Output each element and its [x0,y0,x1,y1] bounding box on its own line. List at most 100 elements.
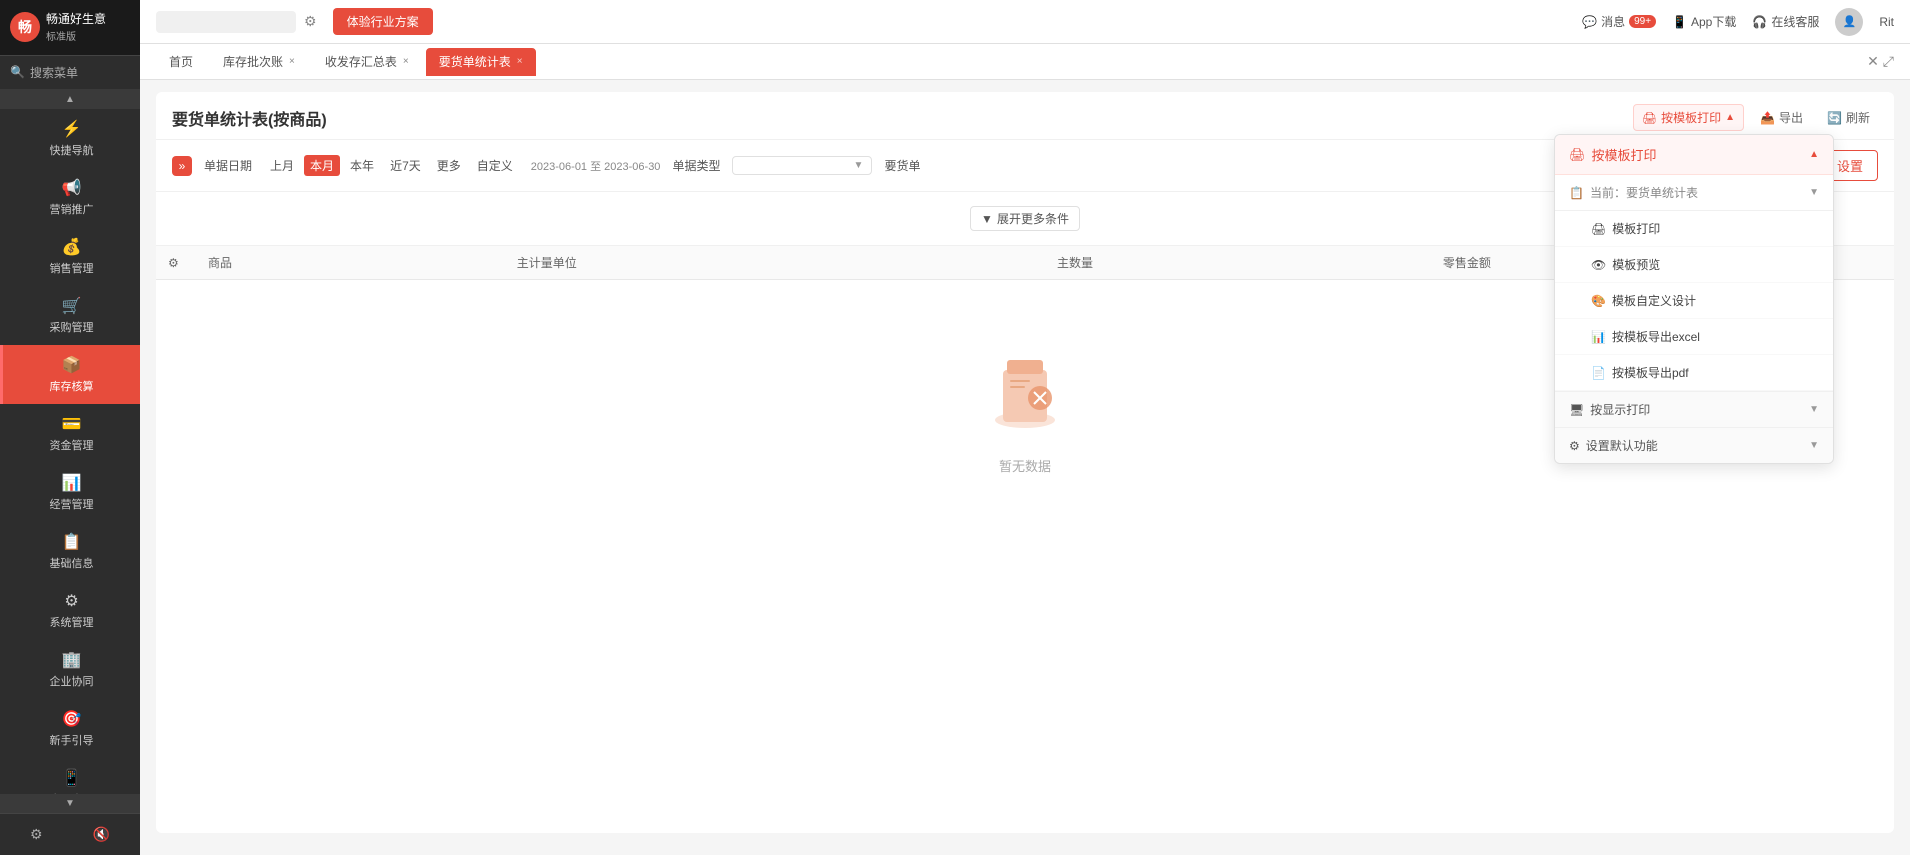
dropdown-item-template-custom[interactable]: 🎨 模板自定义设计 [1555,283,1833,319]
service-icon: 🎧 [1752,15,1767,29]
refresh-icon: 🔄 [1827,111,1842,125]
tab-order-stats[interactable]: 要货单统计表 × [426,48,536,76]
app-download-btn[interactable]: 📱 App下载 [1672,13,1736,30]
tab-close-inventory-batch[interactable]: × [289,56,295,67]
printer-dropdown-icon: 🖨 [1569,147,1586,163]
sidebar-item-system[interactable]: ⚙ 系统管理 [0,581,140,640]
tabbar-resize-icon[interactable]: ⤢ [1883,53,1894,70]
sidebar-item-enterprise[interactable]: 🏢 企业协同 [0,640,140,699]
date-more[interactable]: 更多 [431,155,467,176]
sidebar-item-apps[interactable]: 📱 应用中心 [0,758,140,794]
sidebar-search[interactable]: 🔍 搜索菜单 [0,56,140,90]
tab-home[interactable]: 首页 [156,48,206,76]
template-print-btn[interactable]: 🖨 按模板打印 ▲ [1633,104,1744,131]
set-default-chevron: ▼ [1809,440,1819,451]
purchase-icon: 🛒 [62,296,82,316]
page-title: 要货单统计表(按商品) [172,106,327,130]
template-custom-icon: 🎨 [1591,294,1606,308]
dropdown-header[interactable]: 🖨 按模板打印 ▲ [1555,135,1833,175]
messages-btn[interactable]: 💬 消息 99+ [1582,13,1656,30]
messages-badge: 99+ [1629,15,1656,28]
online-service-btn[interactable]: 🎧 在线客服 [1752,13,1819,30]
export-btn[interactable]: 📤 导出 [1752,105,1811,130]
date-prev-month[interactable]: 上月 [264,155,300,176]
app-logo-icon: 畅 [10,12,40,42]
col-settings[interactable]: ⚙ [156,246,196,280]
tabbar-close-icon[interactable]: ✕ [1867,53,1879,70]
date-filter-label: 单据日期 [204,157,252,174]
sidebar-item-purchase[interactable]: 🛒 采购管理 [0,286,140,345]
dropdown-set-default[interactable]: ⚙ 设置默认功能 ▼ [1555,427,1833,463]
date-filter: 上月 本月 本年 近7天 更多 自定义 [264,155,519,176]
template-print-dropdown: 🖨 按模板打印 ▲ 📋 当前：要货单统计表 ▼ [1554,134,1834,464]
sidebar-item-base[interactable]: 📋 基础信息 [0,522,140,581]
tab-receivable-summary[interactable]: 收发存汇总表 × [312,48,422,76]
sidebar-item-marketing[interactable]: 📢 营销推广 [0,168,140,227]
base-icon: 📋 [62,532,82,552]
dropdown-item-template-preview[interactable]: 👁 模板预览 [1555,247,1833,283]
filter-expand-btn[interactable]: » [172,156,192,176]
tab-close-order-stats[interactable]: × [517,56,523,67]
dropdown-chevron-icon: ▲ [1809,149,1819,160]
sidebar-sound-btn[interactable]: 🔇 [89,822,114,847]
search-icon: 🔍 [10,65,25,79]
dropdown-item-template-print[interactable]: 🖨 模板打印 [1555,211,1833,247]
sidebar-scroll-up[interactable]: ▲ [0,90,140,109]
empty-icon [975,340,1075,440]
export-icon: 📤 [1760,111,1775,125]
page-actions: 🖨 按模板打印 ▲ 📤 导出 🔄 刷新 [1633,104,1878,131]
dropdown-current-template[interactable]: 📋 当前：要货单统计表 ▼ [1555,175,1833,211]
tab-close-receivable-summary[interactable]: × [403,56,409,67]
expand-more-btn[interactable]: ▼ 展开更多条件 [970,206,1080,231]
sidebar-item-operation[interactable]: 📊 经营管理 [0,463,140,522]
tabbar: 首页 库存批次账 × 收发存汇总表 × 要货单统计表 × ✕ ⤢ [140,44,1910,80]
template-preview-icon: 👁 [1591,258,1606,272]
date-current-year[interactable]: 本年 [344,155,380,176]
order-type-label: 单据类型 [672,157,720,174]
date-custom[interactable]: 自定义 [471,155,519,176]
date-range: 2023-06-01 至 2023-06-30 [531,158,661,174]
current-template-chevron: ▼ [1809,187,1819,198]
date-recent-7[interactable]: 近7天 [384,155,427,176]
topbar: ⚙ 体验行业方案 💬 消息 99+ 📱 App下载 🎧 在线客服 👤 Rit [140,0,1910,44]
tab-inventory-batch[interactable]: 库存批次账 × [210,48,308,76]
trial-btn[interactable]: 体验行业方案 [333,8,433,35]
sidebar-settings-btn[interactable]: ⚙ [26,822,47,847]
order-type-chevron: ▼ [854,160,864,171]
sidebar-item-sales[interactable]: 💰 销售管理 [0,227,140,286]
col-product: 商品 [196,246,505,280]
topbar-gear-icon[interactable]: ⚙ [304,13,317,30]
order-type-select[interactable]: ▼ [732,156,872,175]
refresh-btn[interactable]: 🔄 刷新 [1819,105,1878,130]
app-download-icon: 📱 [1672,15,1687,29]
inventory-icon: 📦 [62,355,82,375]
empty-label: 暂无数据 [999,456,1051,475]
chevron-down-expand: ▼ [981,212,993,226]
sidebar-logo: 畅 畅通好生意 标准版 [0,0,140,56]
sales-icon: 💰 [62,237,82,257]
page-card: 要货单统计表(按商品) 🖨 按模板打印 ▲ 📤 导出 🔄 刷新 [156,92,1894,833]
sidebar-item-newbie[interactable]: 🎯 新手引导 [0,699,140,758]
template-print-item-icon: 🖨 [1591,222,1606,236]
operation-icon: 📊 [62,473,82,493]
dropdown-item-export-excel[interactable]: 📊 按模板导出excel [1555,319,1833,355]
sidebar-item-quick-nav[interactable]: ⚡ 快捷导航 [0,109,140,168]
finance-icon: 💳 [62,414,82,434]
enterprise-icon: 🏢 [62,650,82,670]
chevron-up-icon: ▲ [1725,112,1735,123]
topbar-search-input[interactable] [156,11,296,33]
sidebar-item-finance[interactable]: 💳 资金管理 [0,404,140,463]
marketing-icon: 📢 [62,178,82,198]
sidebar-bottom: ⚙ 🔇 [0,813,140,855]
dropdown-item-export-pdf[interactable]: 📄 按模板导出pdf [1555,355,1833,391]
main-area: ⚙ 体验行业方案 💬 消息 99+ 📱 App下载 🎧 在线客服 👤 Rit 首… [140,0,1910,855]
export-pdf-icon: 📄 [1591,366,1606,380]
dropdown-display-print[interactable]: 🖥 按显示打印 ▼ [1555,391,1833,427]
system-icon: ⚙ [64,591,78,611]
date-current-month[interactable]: 本月 [304,155,340,176]
sidebar-item-inventory[interactable]: 📦 库存核算 [0,345,140,404]
avatar[interactable]: 👤 [1835,8,1863,36]
page-area: 要货单统计表(按商品) 🖨 按模板打印 ▲ 📤 导出 🔄 刷新 [140,80,1910,855]
sidebar-scroll-down[interactable]: ▼ [0,794,140,813]
tabbar-right: ✕ ⤢ [1867,53,1894,70]
